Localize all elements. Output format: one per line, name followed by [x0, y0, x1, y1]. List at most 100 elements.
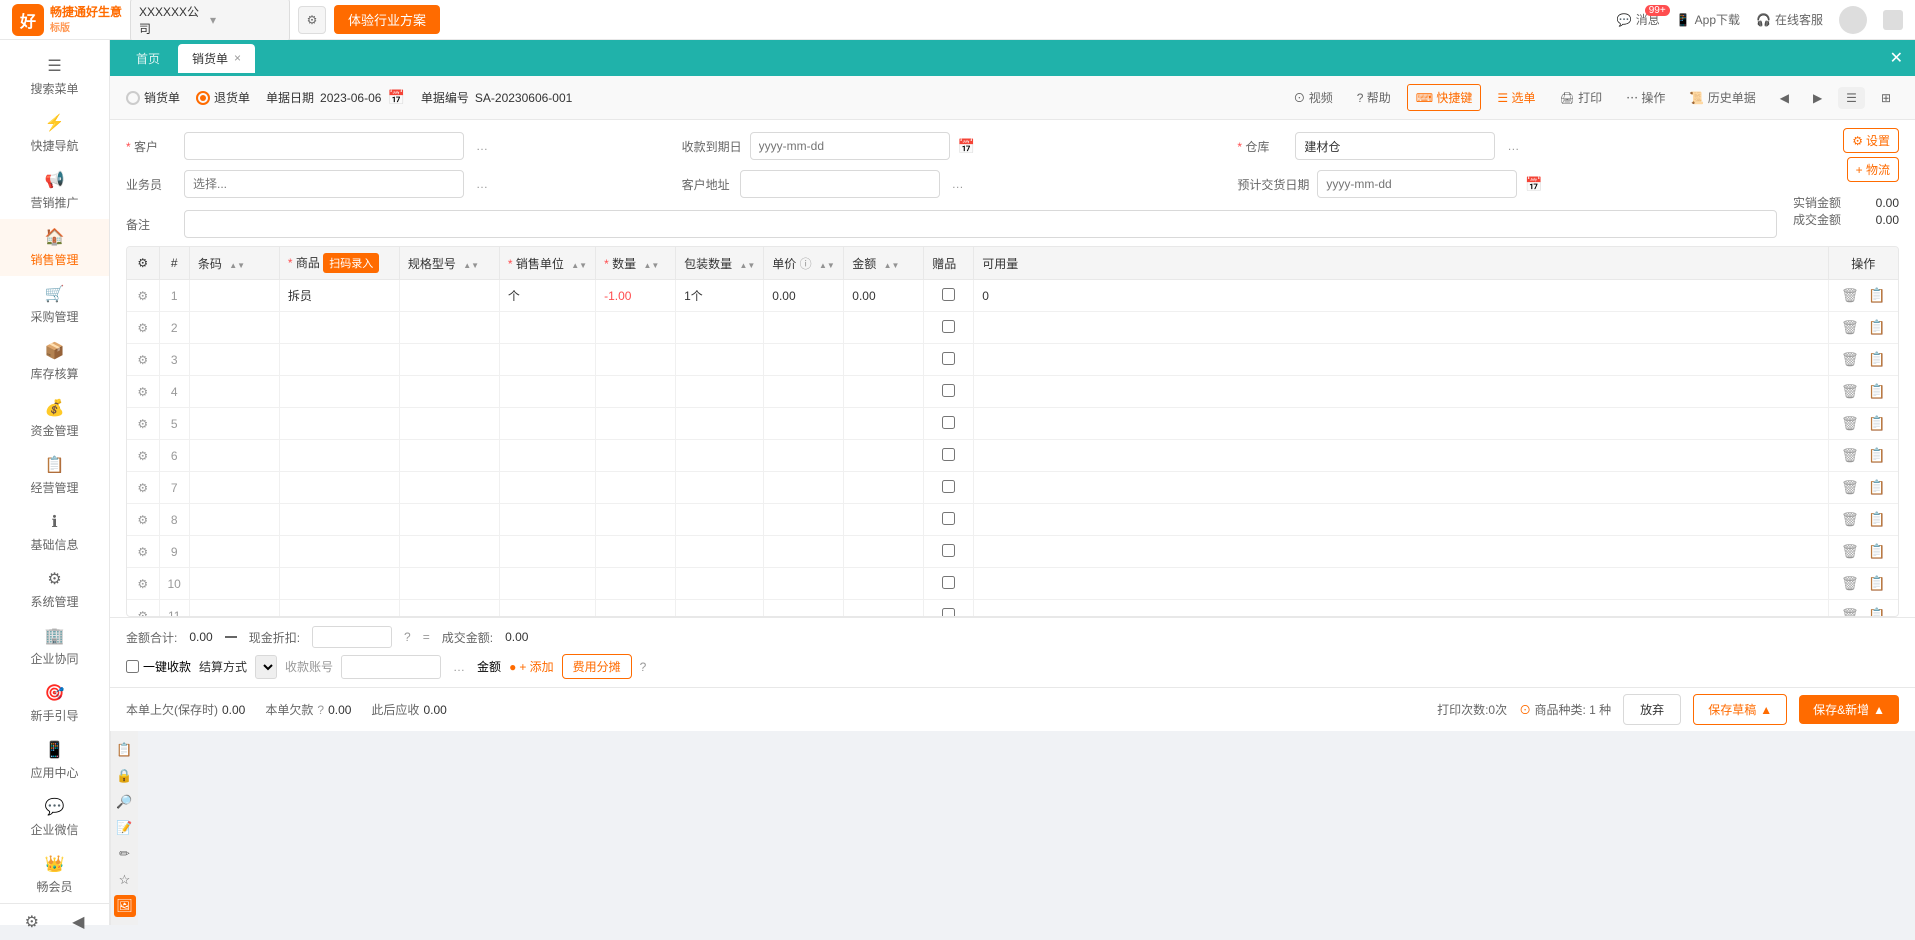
save-new-btn[interactable]: 保存&新增 ▲: [1799, 695, 1899, 724]
save-draft-btn[interactable]: 保存草稿 ▲: [1693, 694, 1787, 725]
row-qty[interactable]: [596, 536, 676, 568]
row-spec[interactable]: [399, 472, 499, 504]
sidebar-item-finance[interactable]: 💰 资金管理: [0, 390, 109, 447]
row-amount[interactable]: [844, 344, 924, 376]
sidebar-item-search[interactable]: ☰ 搜索菜单: [0, 48, 109, 105]
radio-return-order[interactable]: 退货单: [196, 89, 250, 106]
row-unit[interactable]: [499, 344, 595, 376]
row-pack-qty[interactable]: [676, 440, 764, 472]
row-amount[interactable]: [844, 312, 924, 344]
row-gift[interactable]: [924, 280, 974, 312]
row-qty[interactable]: [596, 408, 676, 440]
row-barcode[interactable]: [189, 600, 279, 618]
row-unit[interactable]: [499, 600, 595, 618]
delete-row-icon[interactable]: 🗑: [1841, 447, 1859, 463]
row-qty[interactable]: [596, 376, 676, 408]
delete-row-icon[interactable]: 🗑: [1841, 543, 1859, 559]
sidebar-item-app-center[interactable]: 📱 应用中心: [0, 732, 109, 789]
row-pack-qty[interactable]: 1个: [676, 280, 764, 312]
row-spec[interactable]: [399, 536, 499, 568]
sidebar-item-membership[interactable]: 👑 畅会员: [0, 846, 109, 903]
copy-row-icon[interactable]: 📋: [1868, 543, 1885, 559]
expense-question-icon[interactable]: ?: [640, 660, 647, 674]
receipt-date-calendar-icon[interactable]: 📅: [958, 138, 975, 155]
row-unit-price[interactable]: [764, 344, 844, 376]
row-unit-price[interactable]: [764, 440, 844, 472]
row-product[interactable]: [279, 600, 399, 618]
row-amount[interactable]: [844, 408, 924, 440]
radio-sales-order[interactable]: 销货单: [126, 89, 180, 106]
rp-btn-3[interactable]: 🔎: [114, 791, 136, 813]
salesperson-dots[interactable]: …: [472, 177, 492, 191]
sidebar-item-sales[interactable]: 🏠 销售管理: [0, 219, 109, 276]
row-unit-price[interactable]: [764, 504, 844, 536]
row-qty[interactable]: [596, 440, 676, 472]
copy-row-icon[interactable]: 📋: [1868, 351, 1885, 367]
delete-row-icon[interactable]: 🗑: [1841, 479, 1859, 495]
row-barcode[interactable]: [189, 344, 279, 376]
list-view-btn[interactable]: ☰: [1838, 87, 1865, 109]
sort-price[interactable]: ▲▼: [819, 262, 835, 270]
row-gift[interactable]: [924, 600, 974, 618]
salesperson-input[interactable]: [184, 170, 464, 198]
row-product[interactable]: [279, 472, 399, 504]
sort-pack-qty[interactable]: ▲▼: [739, 262, 755, 270]
pay-method-select[interactable]: [255, 655, 277, 679]
row-amount[interactable]: [844, 600, 924, 618]
row-spec[interactable]: [399, 408, 499, 440]
sidebar-item-sys-mgmt[interactable]: ⚙ 系统管理: [0, 561, 109, 618]
sidebar-item-quick-nav[interactable]: ⚡ 快捷导航: [0, 105, 109, 162]
sidebar-item-operations[interactable]: 📋 经营管理: [0, 447, 109, 504]
discard-btn[interactable]: 放弃: [1623, 694, 1681, 725]
account-dots[interactable]: …: [449, 660, 469, 674]
close-window-icon[interactable]: ✕: [1890, 48, 1903, 68]
row-pack-qty[interactable]: [676, 568, 764, 600]
user-avatar[interactable]: [1839, 6, 1867, 34]
copy-row-icon[interactable]: 📋: [1868, 479, 1885, 495]
row-gift[interactable]: [924, 376, 974, 408]
scan-btn[interactable]: 扫码录入: [323, 253, 379, 273]
experience-btn[interactable]: 体验行业方案: [334, 5, 440, 34]
row-pack-qty[interactable]: [676, 408, 764, 440]
copy-row-icon[interactable]: 📋: [1868, 607, 1885, 617]
rp-btn-6[interactable]: ☆: [114, 869, 136, 891]
row-amount[interactable]: [844, 376, 924, 408]
account-input[interactable]: [341, 655, 441, 679]
row-barcode[interactable]: [189, 312, 279, 344]
th-settings[interactable]: ⚙: [127, 247, 159, 280]
row-pack-qty[interactable]: [676, 344, 764, 376]
row-qty[interactable]: [596, 472, 676, 504]
row-spec[interactable]: [399, 344, 499, 376]
row-unit-price[interactable]: 0.00: [764, 280, 844, 312]
row-qty[interactable]: [596, 312, 676, 344]
operation-btn[interactable]: ⋯ 操作: [1618, 85, 1673, 110]
video-btn[interactable]: ⊙ 视频: [1285, 85, 1340, 110]
warehouse-dots[interactable]: …: [1503, 139, 1523, 153]
row-amount[interactable]: [844, 472, 924, 504]
online-service-button[interactable]: 🎧 在线客服: [1756, 11, 1823, 28]
row-unit[interactable]: [499, 376, 595, 408]
row-product[interactable]: [279, 344, 399, 376]
cash-discount-input[interactable]: [312, 626, 392, 648]
row-unit-price[interactable]: [764, 568, 844, 600]
row-pack-qty[interactable]: [676, 472, 764, 504]
settings-button[interactable]: ⚙: [298, 6, 326, 34]
row-qty[interactable]: [596, 600, 676, 618]
row-unit[interactable]: [499, 440, 595, 472]
row-settings[interactable]: ⚙: [127, 440, 159, 472]
row-spec[interactable]: [399, 312, 499, 344]
row-settings[interactable]: ⚙: [127, 472, 159, 504]
row-gift[interactable]: [924, 568, 974, 600]
row-spec[interactable]: [399, 600, 499, 618]
row-product[interactable]: [279, 312, 399, 344]
customer-input[interactable]: [184, 132, 464, 160]
question-icon[interactable]: ?: [404, 630, 411, 644]
rp-btn-5[interactable]: ✏: [114, 843, 136, 865]
app-download-button[interactable]: 📱 App下载: [1676, 11, 1740, 28]
rp-btn-1[interactable]: 📋: [114, 739, 136, 761]
copy-row-icon[interactable]: 📋: [1868, 575, 1885, 591]
date-value[interactable]: 2023-06-06: [320, 91, 381, 105]
help-btn[interactable]: ? 帮助: [1349, 85, 1399, 110]
row-settings[interactable]: ⚙: [127, 568, 159, 600]
row-qty[interactable]: [596, 344, 676, 376]
